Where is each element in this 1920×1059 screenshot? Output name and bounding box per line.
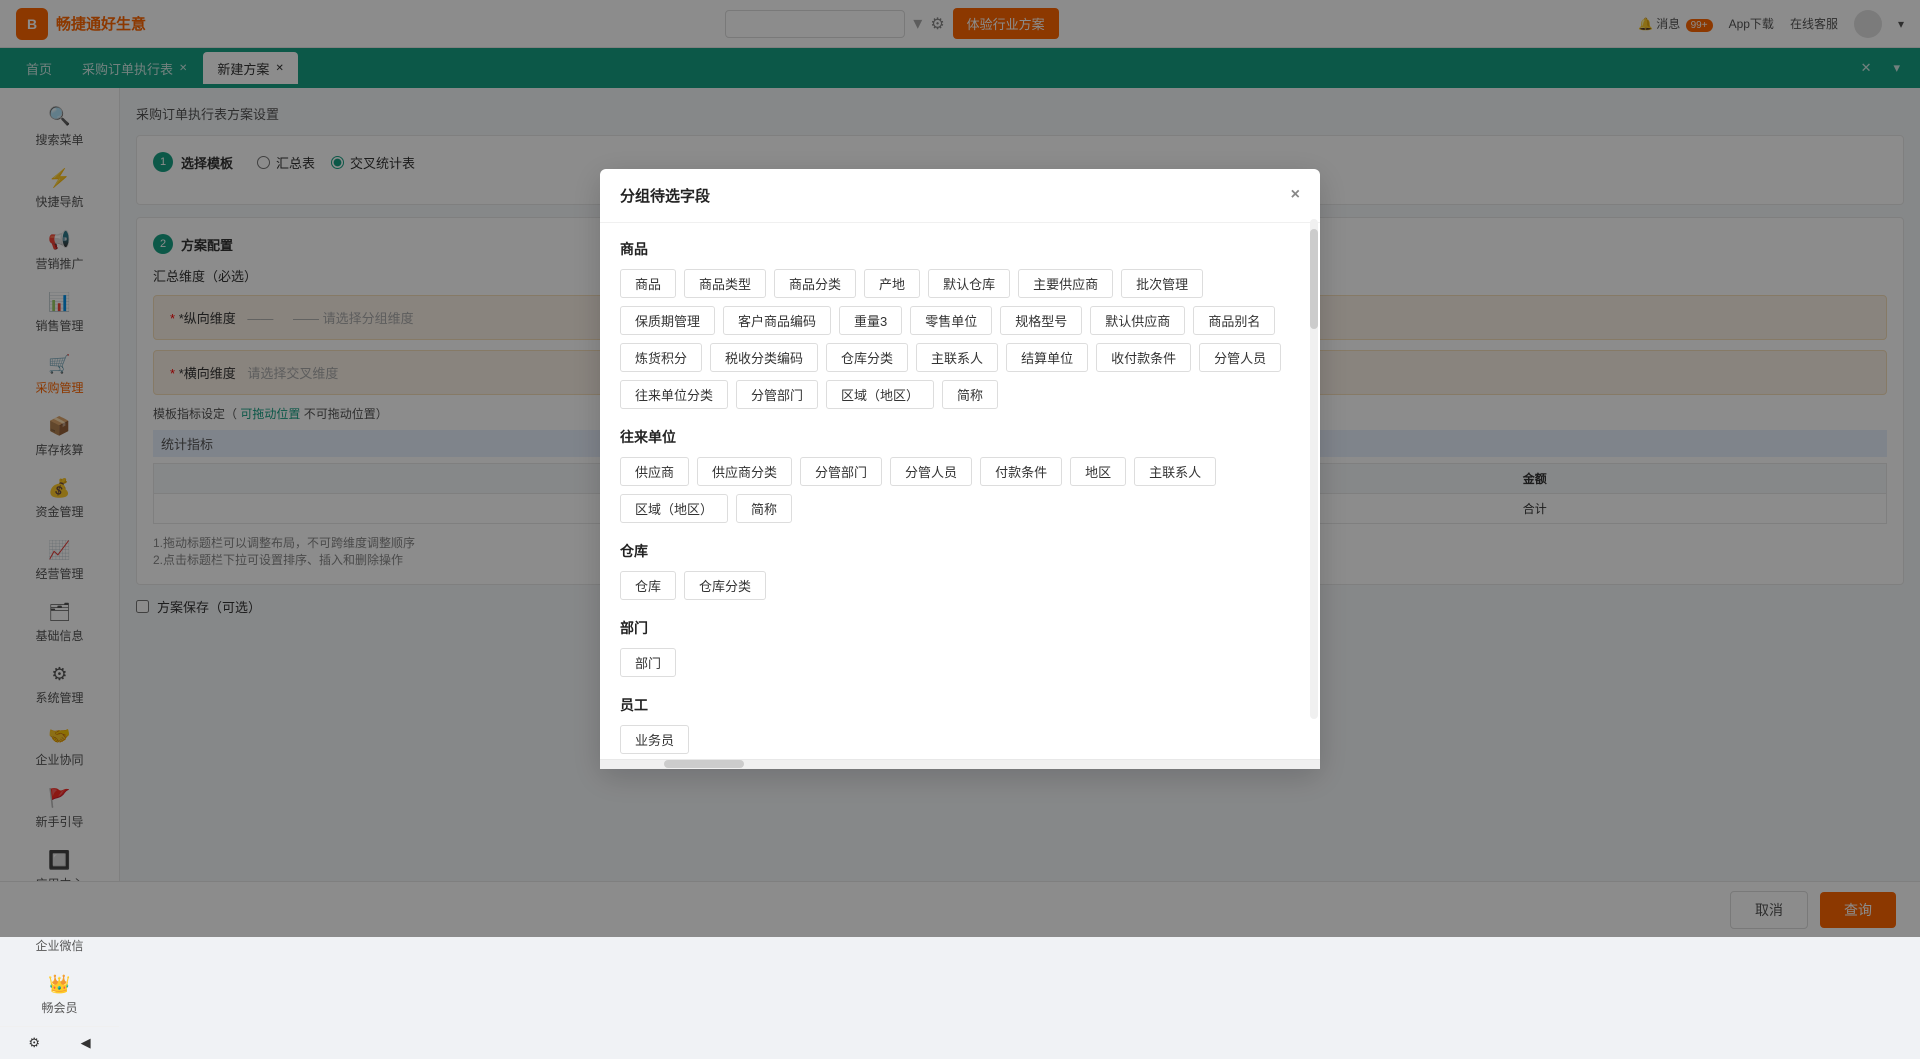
chip-goods-15[interactable]: 税收分类编码 — [710, 343, 818, 372]
section-employee: 员工 业务员 — [620, 695, 1300, 754]
chip-goods-9[interactable]: 重量3 — [839, 306, 902, 335]
modal-body: 商品 商品 商品类型 商品分类 产地 默认仓库 主要供应商 批次管理 保质期管理… — [600, 223, 1320, 759]
section-warehouse-title: 仓库 — [620, 541, 1300, 561]
chip-goods-22[interactable]: 分管部门 — [736, 380, 818, 409]
chip-partner-0[interactable]: 供应商 — [620, 457, 689, 486]
chip-goods-24[interactable]: 简称 — [942, 380, 998, 409]
modal-overlay: 分组待选字段 × 商品 商品 商品类型 商品分类 产地 默认仓库 主要供应商 批… — [0, 0, 1920, 937]
chip-goods-23[interactable]: 区域（地区） — [826, 380, 934, 409]
chip-partner-5[interactable]: 地区 — [1070, 457, 1126, 486]
chip-partner-7[interactable]: 区域（地区） — [620, 494, 728, 523]
chip-goods-12[interactable]: 默认供应商 — [1090, 306, 1185, 335]
modal-close-button[interactable]: × — [1291, 186, 1300, 204]
chip-goods-10[interactable]: 零售单位 — [910, 306, 992, 335]
chip-goods-21[interactable]: 往来单位分类 — [620, 380, 728, 409]
chip-goods-5[interactable]: 主要供应商 — [1018, 269, 1113, 298]
modal-hscrollbar[interactable] — [600, 759, 1320, 769]
chip-warehouse-0[interactable]: 仓库 — [620, 571, 676, 600]
section-goods-title: 商品 — [620, 239, 1300, 259]
section-employee-chips: 业务员 — [620, 725, 1300, 754]
modal: 分组待选字段 × 商品 商品 商品类型 商品分类 产地 默认仓库 主要供应商 批… — [600, 169, 1320, 769]
sidebar-item-weixin-label: 企业微信 — [35, 937, 83, 954]
chip-goods-16[interactable]: 仓库分类 — [826, 343, 908, 372]
chip-goods-13[interactable]: 商品别名 — [1193, 306, 1275, 335]
section-goods-chips: 商品 商品类型 商品分类 产地 默认仓库 主要供应商 批次管理 保质期管理 客户… — [620, 269, 1300, 409]
section-partner: 往来单位 供应商 供应商分类 分管部门 分管人员 付款条件 地区 主联系人 区域… — [620, 427, 1300, 523]
chip-partner-1[interactable]: 供应商分类 — [697, 457, 792, 486]
chip-partner-4[interactable]: 付款条件 — [980, 457, 1062, 486]
chip-goods-0[interactable]: 商品 — [620, 269, 676, 298]
modal-header: 分组待选字段 × — [600, 169, 1320, 223]
modal-hscrollbar-thumb[interactable] — [664, 760, 744, 768]
chip-goods-6[interactable]: 批次管理 — [1121, 269, 1203, 298]
chip-goods-2[interactable]: 商品分类 — [774, 269, 856, 298]
section-employee-title: 员工 — [620, 695, 1300, 715]
modal-scrollbar-track[interactable] — [1310, 219, 1318, 719]
chip-goods-14[interactable]: 炼货积分 — [620, 343, 702, 372]
section-warehouse-chips: 仓库 仓库分类 — [620, 571, 1300, 600]
chip-goods-8[interactable]: 客户商品编码 — [723, 306, 831, 335]
chip-partner-2[interactable]: 分管部门 — [800, 457, 882, 486]
sidebar-item-member-label: 畅会员 — [41, 999, 77, 1016]
chip-goods-7[interactable]: 保质期管理 — [620, 306, 715, 335]
section-partner-chips: 供应商 供应商分类 分管部门 分管人员 付款条件 地区 主联系人 区域（地区） … — [620, 457, 1300, 523]
modal-scrollbar-thumb[interactable] — [1310, 229, 1318, 329]
sidebar-collapse-icon[interactable]: ◀ — [81, 1035, 91, 1051]
chip-goods-11[interactable]: 规格型号 — [1000, 306, 1082, 335]
chip-employee-0[interactable]: 业务员 — [620, 725, 689, 754]
chip-partner-3[interactable]: 分管人员 — [890, 457, 972, 486]
sidebar-bottom: ⚙ ◀ — [0, 1026, 119, 1059]
sidebar-item-member[interactable]: 👑 畅会员 — [0, 964, 119, 1026]
chip-dept-0[interactable]: 部门 — [620, 648, 676, 677]
modal-title: 分组待选字段 — [620, 185, 710, 206]
section-partner-title: 往来单位 — [620, 427, 1300, 447]
section-dept: 部门 部门 — [620, 618, 1300, 677]
section-goods: 商品 商品 商品类型 商品分类 产地 默认仓库 主要供应商 批次管理 保质期管理… — [620, 239, 1300, 409]
section-dept-title: 部门 — [620, 618, 1300, 638]
member-icon: 👑 — [48, 974, 70, 995]
chip-goods-19[interactable]: 收付款条件 — [1096, 343, 1191, 372]
chip-goods-4[interactable]: 默认仓库 — [928, 269, 1010, 298]
chip-goods-20[interactable]: 分管人员 — [1199, 343, 1281, 372]
chip-goods-18[interactable]: 结算单位 — [1006, 343, 1088, 372]
chip-partner-6[interactable]: 主联系人 — [1134, 457, 1216, 486]
sidebar-settings-icon[interactable]: ⚙ — [28, 1035, 40, 1051]
section-dept-chips: 部门 — [620, 648, 1300, 677]
chip-goods-1[interactable]: 商品类型 — [684, 269, 766, 298]
chip-goods-17[interactable]: 主联系人 — [916, 343, 998, 372]
chip-goods-3[interactable]: 产地 — [864, 269, 920, 298]
chip-warehouse-1[interactable]: 仓库分类 — [684, 571, 766, 600]
chip-partner-8[interactable]: 简称 — [736, 494, 792, 523]
section-warehouse: 仓库 仓库 仓库分类 — [620, 541, 1300, 600]
